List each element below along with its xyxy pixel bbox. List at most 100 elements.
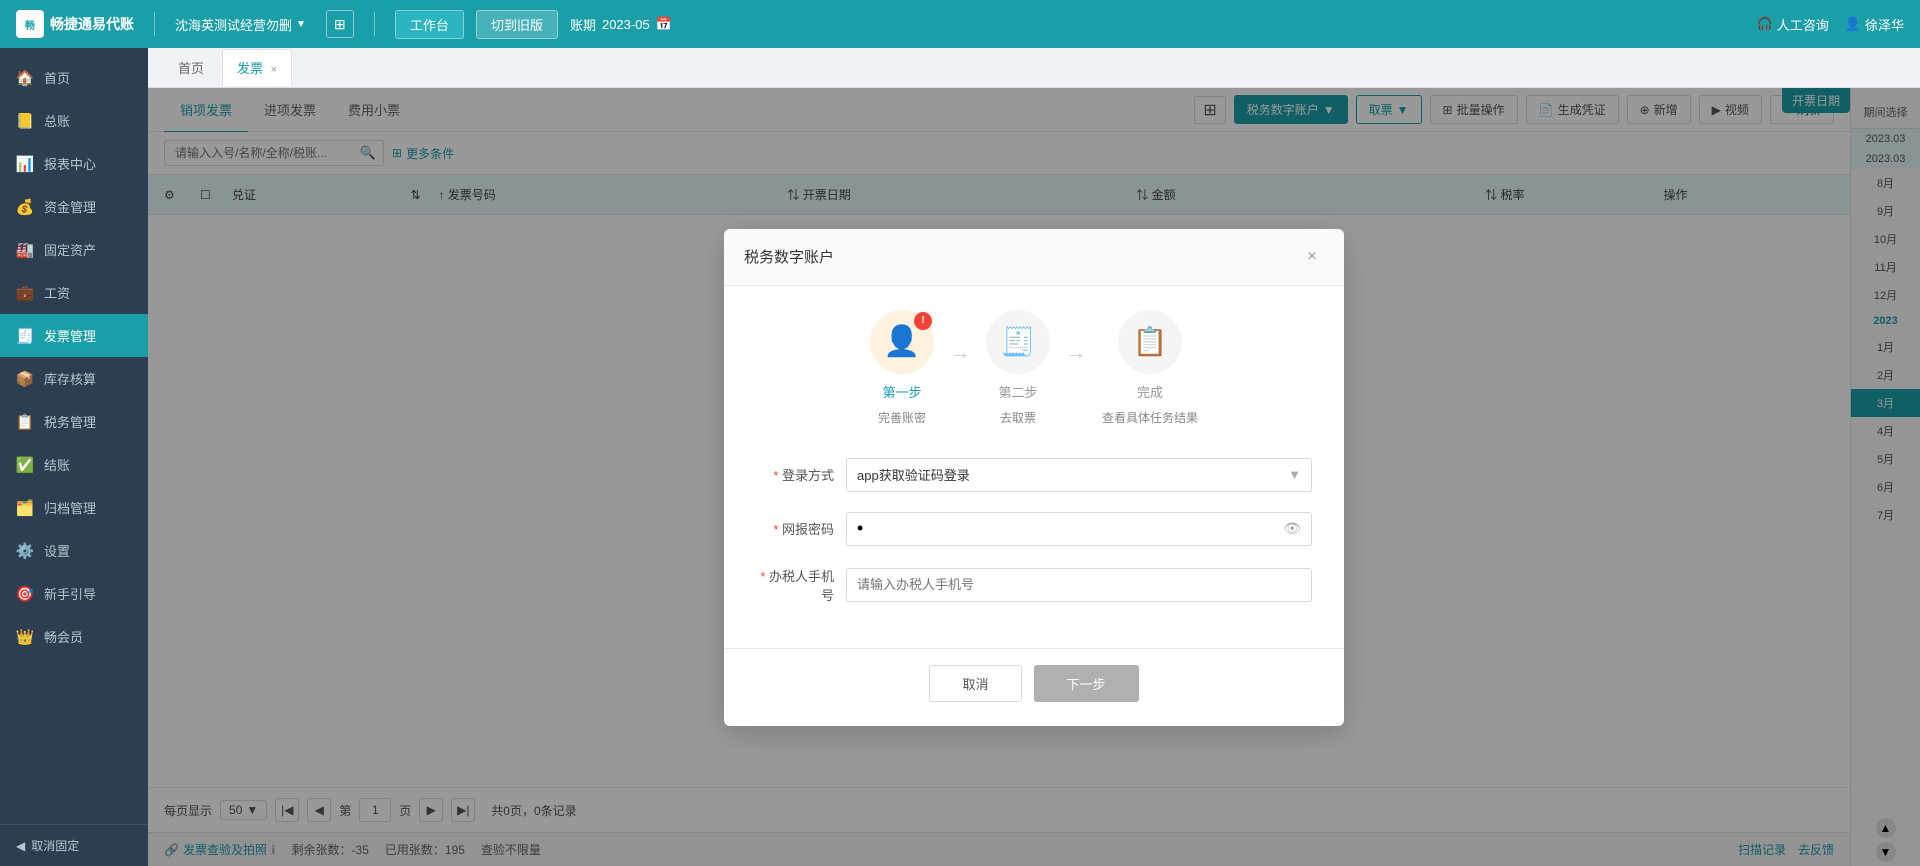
modal-form: 登录方式 app获取验证码登录 ▼ 网报密码 (756, 458, 1312, 604)
phone-input[interactable] (857, 577, 1301, 592)
period-value: 2023-05 (602, 17, 650, 32)
sidebar-item-tax[interactable]: 📋 税务管理 (0, 400, 148, 443)
company-action-icon[interactable]: ⊞ (326, 10, 354, 38)
guide-icon: 🎯 (16, 585, 34, 603)
reports-icon: 📊 (16, 155, 34, 173)
cancel-fixed-label: 取消固定 (31, 837, 79, 854)
step1-icon-wrap: 👤 ! (870, 310, 934, 374)
step3-label: 完成 (1137, 382, 1163, 401)
sidebar-label-assets: 固定资产 (44, 240, 96, 259)
step-arrow-2: → (1066, 342, 1086, 393)
sidebar-item-finance[interactable]: 💰 资金管理 (0, 185, 148, 228)
sidebar-label-guide: 新手引导 (44, 584, 96, 603)
sidebar-item-settings[interactable]: ⚙️ 设置 (0, 529, 148, 572)
calendar-icon[interactable]: 📅 (656, 16, 672, 32)
sidebar-label-home: 首页 (44, 68, 70, 87)
sidebar-label-invoice: 发票管理 (44, 326, 96, 345)
user-icon: 👤 (1845, 16, 1861, 32)
switch-version-button[interactable]: 切到旧版 (476, 10, 558, 39)
member-icon: 👑 (16, 628, 34, 646)
login-method-select[interactable]: app获取验证码登录 ▼ (846, 458, 1312, 492)
topbar-divider1 (154, 12, 155, 36)
password-input-wrap: 👁 (846, 512, 1312, 546)
sidebar-label-inventory: 库存核算 (44, 369, 96, 388)
tab-home-label: 首页 (178, 61, 204, 76)
workspace-button[interactable]: 工作台 (395, 10, 464, 39)
phone-field: 办税人手机号 (756, 566, 1312, 604)
sidebar-label-ledger: 总账 (44, 111, 70, 130)
user-profile[interactable]: 👤 徐泽华 (1845, 15, 1904, 34)
settings-icon: ⚙️ (16, 542, 34, 560)
step2-sublabel: 去取票 (1000, 409, 1036, 426)
sidebar-item-reports[interactable]: 📊 报表中心 (0, 142, 148, 185)
step1-sublabel: 完善账密 (878, 409, 926, 426)
step3-icon-wrap: 📋 (1118, 310, 1182, 374)
inventory-icon: 📦 (16, 370, 34, 388)
period-display: 账期 2023-05 📅 (570, 15, 672, 34)
password-field: 网报密码 👁 (756, 512, 1312, 546)
tab-close-icon[interactable]: × (271, 64, 277, 76)
cancel-button[interactable]: 取消 (929, 665, 1021, 702)
step1-icon: 👤 (883, 324, 920, 359)
sidebar-label-archive: 归档管理 (44, 498, 96, 517)
sidebar-item-invoice[interactable]: 🧾 发票管理 (0, 314, 148, 357)
login-method-label: 登录方式 (756, 465, 846, 484)
sidebar-label-finance: 资金管理 (44, 197, 96, 216)
modal-title: 税务数字账户 (744, 246, 834, 267)
app-name: 畅捷通易代账 (50, 14, 134, 34)
chevron-down-icon: ▼ (296, 19, 306, 30)
login-method-field: 登录方式 app获取验证码登录 ▼ (756, 458, 1312, 492)
step2-icon: 🧾 (1001, 325, 1036, 358)
sidebar-item-assets[interactable]: 🏭 固定资产 (0, 228, 148, 271)
sidebar: 🏠 首页 📒 总账 📊 报表中心 💰 资金管理 🏭 固定资产 💼 工资 🧾 发票… (0, 48, 148, 866)
company-selector[interactable]: 沈海英测试经营勿删 ▼ (175, 15, 306, 34)
tab-invoice-label: 发票 (237, 61, 263, 76)
modal-footer: 取消 下一步 (724, 648, 1344, 726)
step-arrow-1: → (950, 342, 970, 393)
step2-label: 第二步 (998, 382, 1037, 401)
modal-close-button[interactable]: × (1300, 245, 1324, 269)
sidebar-label-closing: 结账 (44, 455, 70, 474)
next-step-button[interactable]: 下一步 (1034, 665, 1139, 702)
service-label: 人工咨询 (1777, 15, 1829, 34)
logo-icon: 畅 (16, 10, 44, 38)
tab-bar: 首页 发票 × (148, 48, 1920, 88)
archive-icon: 🗂️ (16, 499, 34, 517)
sidebar-item-payroll[interactable]: 💼 工资 (0, 271, 148, 314)
sidebar-item-inventory[interactable]: 📦 库存核算 (0, 357, 148, 400)
payroll-icon: 💼 (16, 284, 34, 302)
step1-label: 第一步 (882, 382, 921, 401)
pin-icon: ◀ (16, 839, 25, 853)
phone-input-wrap (846, 568, 1312, 602)
password-input[interactable] (857, 518, 1283, 539)
content-area: 首页 发票 × 销项发票 进项发票 (148, 48, 1920, 866)
sidebar-item-closing[interactable]: ✅ 结账 (0, 443, 148, 486)
topbar-right: 🎧 人工咨询 👤 徐泽华 (1757, 15, 1904, 34)
period-label: 账期 (570, 15, 596, 34)
cancel-fixed-button[interactable]: ◀ 取消固定 (0, 824, 148, 866)
tab-invoice[interactable]: 发票 × (222, 49, 292, 86)
sidebar-item-archive[interactable]: 🗂️ 归档管理 (0, 486, 148, 529)
modal-body: 👤 ! 第一步 完善账密 → 🧾 (724, 286, 1344, 648)
step-3: 📋 完成 查看具体任务结果 (1102, 310, 1198, 426)
home-icon: 🏠 (16, 69, 34, 87)
sidebar-item-home[interactable]: 🏠 首页 (0, 56, 148, 99)
sidebar-label-payroll: 工资 (44, 283, 70, 302)
step3-icon: 📋 (1133, 325, 1168, 358)
main-layout: 🏠 首页 📒 总账 📊 报表中心 💰 资金管理 🏭 固定资产 💼 工资 🧾 发票… (0, 48, 1920, 866)
customer-service[interactable]: 🎧 人工咨询 (1757, 15, 1829, 34)
sidebar-item-ledger[interactable]: 📒 总账 (0, 99, 148, 142)
app-logo: 畅 畅捷通易代账 (16, 10, 134, 38)
sidebar-label-member: 畅会员 (44, 627, 83, 646)
topbar-divider2 (374, 12, 375, 36)
password-label: 网报密码 (756, 519, 846, 538)
sidebar-item-guide[interactable]: 🎯 新手引导 (0, 572, 148, 615)
phone-label: 办税人手机号 (756, 566, 846, 604)
sidebar-item-member[interactable]: 👑 畅会员 (0, 615, 148, 658)
ledger-icon: 📒 (16, 112, 34, 130)
tab-home[interactable]: 首页 (164, 50, 218, 85)
eye-icon[interactable]: 👁 (1283, 520, 1301, 537)
invoice-icon: 🧾 (16, 327, 34, 345)
sidebar-label-reports: 报表中心 (44, 154, 96, 173)
modal-overlay: 税务数字账户 × 👤 ! (148, 88, 1920, 866)
